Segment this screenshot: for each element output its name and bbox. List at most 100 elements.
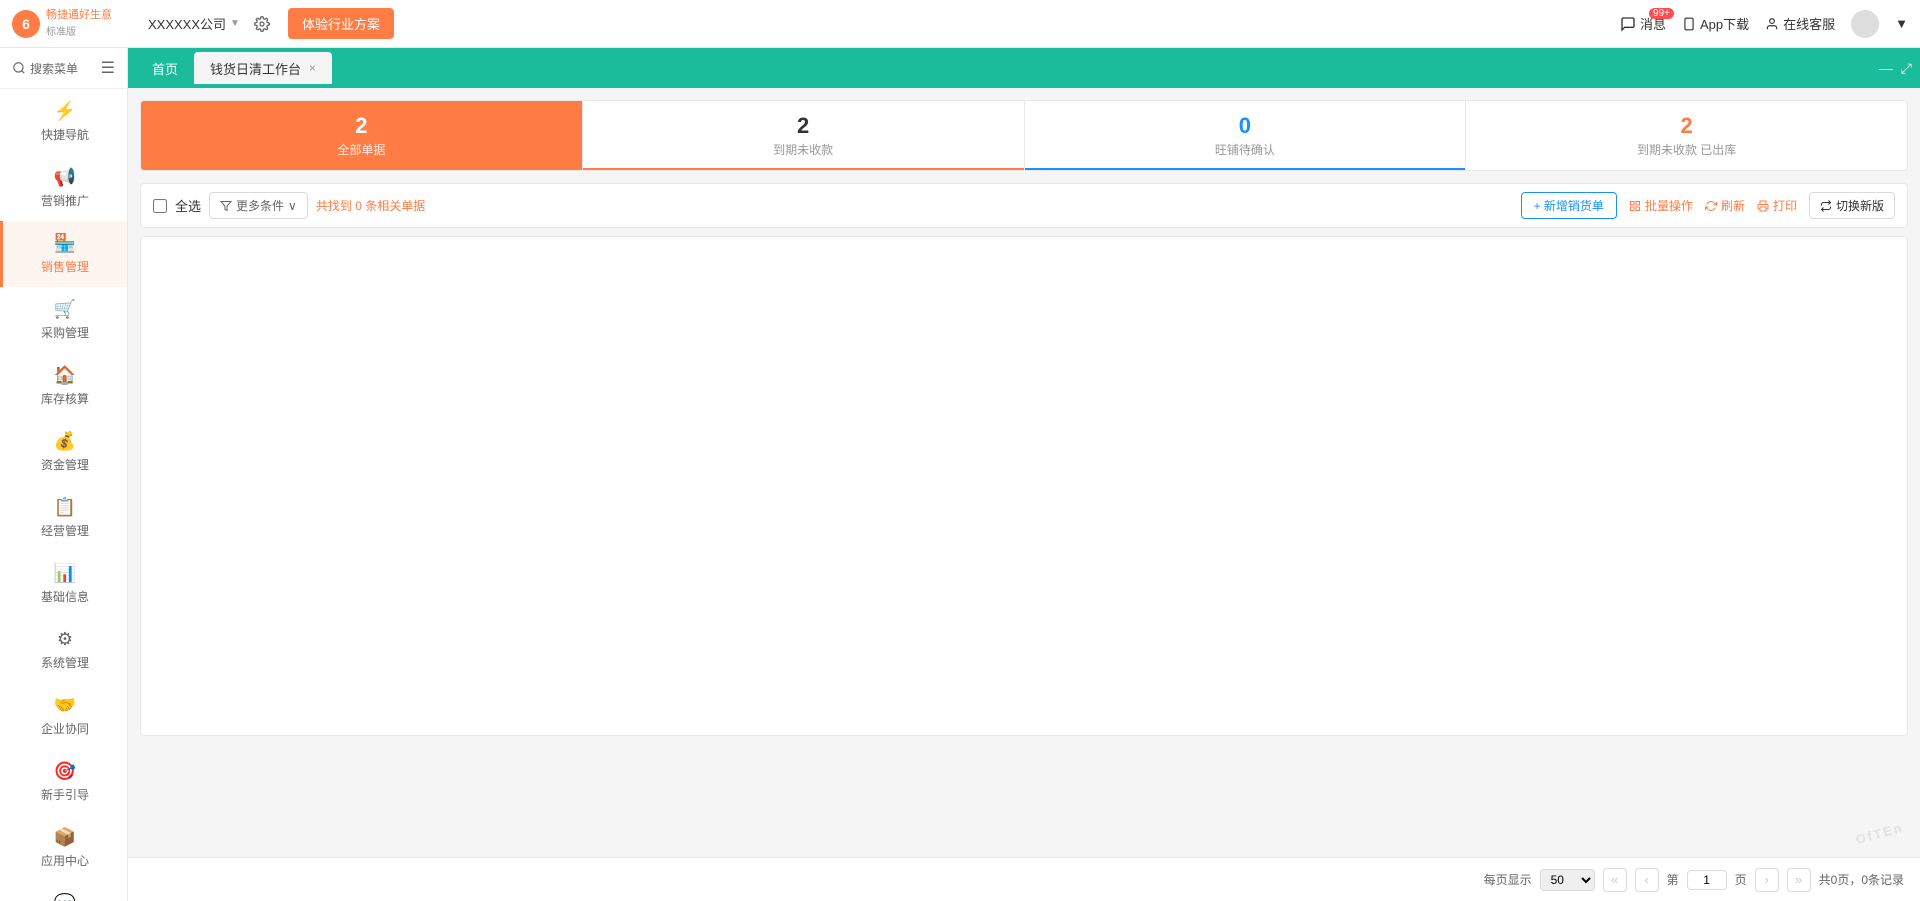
switch-version-button[interactable]: 切换新版 <box>1809 192 1895 219</box>
sidebar-item-sales[interactable]: 🏪 销售管理 <box>0 221 127 287</box>
sidebar-item-wechat[interactable]: 💬 企业微信 <box>0 881 127 901</box>
sales-icon: 🏪 <box>54 233 76 254</box>
print-button[interactable]: 打印 <box>1757 197 1797 214</box>
sidebar-search[interactable]: 搜索菜单 ☰ <box>0 48 127 89</box>
more-filters-label: 更多条件 <box>236 197 284 214</box>
trial-button[interactable]: 体验行业方案 <box>288 8 394 39</box>
quick-nav-icon: ⚡ <box>54 101 76 122</box>
hamburger-icon: ☰ <box>101 58 115 78</box>
logo-icon: 6 <box>12 10 40 38</box>
toolbar: 全选 更多条件 ∨ 共找到 0 条相关单据 + 新增销货单 <box>140 183 1908 228</box>
brand-sub: 标准版 <box>46 23 112 38</box>
total-info: 共0页，0条记录 <box>1819 871 1904 888</box>
last-page-button[interactable]: » <box>1787 868 1811 892</box>
tab-cashflow[interactable]: 钱货日清工作台 × <box>194 52 332 84</box>
sidebar-search-label: 搜索菜单 <box>30 60 78 77</box>
sidebar-item-base-info[interactable]: 📊 基础信息 <box>0 551 127 617</box>
logo-area: 6 畅捷通好生意 标准版 <box>12 9 140 37</box>
brand-name: 畅捷通好生意 <box>46 9 112 22</box>
user-name[interactable]: ▼ <box>1895 16 1908 31</box>
sidebar-item-guide[interactable]: 🎯 新手引导 <box>0 749 127 815</box>
app-download-label: App下载 <box>1700 14 1749 33</box>
sidebar-item-finance[interactable]: 💰 资金管理 <box>0 419 127 485</box>
tab-home[interactable]: 首页 <box>136 52 194 84</box>
first-page-button[interactable]: « <box>1603 868 1627 892</box>
header-right: 消息 99+ App下载 在线客服 ▼ <box>1620 10 1908 38</box>
sidebar-item-label: 应用中心 <box>41 852 89 869</box>
base-info-icon: 📊 <box>54 563 76 584</box>
guide-icon: 🎯 <box>54 761 76 782</box>
cooperation-icon: 🤝 <box>54 695 76 716</box>
select-all-label: 全选 <box>175 196 201 215</box>
sidebar-item-quick-nav[interactable]: ⚡ 快捷导航 <box>0 89 127 155</box>
sidebar-item-operations[interactable]: 📋 经营管理 <box>0 485 127 551</box>
sidebar-item-purchase[interactable]: 🛒 采购管理 <box>0 287 127 353</box>
stats-overdue-out-label: 到期未收款 已出库 <box>1482 141 1891 158</box>
stats-overdue-num: 2 <box>599 113 1008 139</box>
stats-tab-all[interactable]: 2 全部单据 <box>141 101 583 170</box>
purchase-icon: 🛒 <box>54 299 76 320</box>
sidebar-item-label: 快捷导航 <box>41 126 89 143</box>
more-filters-button[interactable]: 更多条件 ∨ <box>209 192 308 219</box>
batch-operation-button[interactable]: 批量操作 <box>1629 197 1693 214</box>
inventory-icon: 🏠 <box>54 365 76 386</box>
stats-tab-overdue-out[interactable]: 2 到期未收款 已出库 <box>1466 101 1907 170</box>
next-page-button[interactable]: › <box>1755 868 1779 892</box>
table-area <box>140 236 1908 736</box>
pagination: 每页显示 20 50 100 « ‹ 第 页 › » 共0页，0条记录 <box>128 857 1920 901</box>
top-header: 6 畅捷通好生意 标准版 XXXXXX公司 ▼ 体验行业方案 消息 99+ Ap… <box>0 0 1920 48</box>
settings-button[interactable] <box>248 10 276 38</box>
tab-home-label: 首页 <box>152 59 178 78</box>
stats-tab-pending[interactable]: 0 旺铺待确认 <box>1025 101 1467 170</box>
stats-tabs: 2 全部单据 2 到期未收款 0 旺铺待确认 2 到期未收款 已出库 <box>140 100 1908 171</box>
app-center-icon: 📦 <box>54 827 76 848</box>
sidebar-item-label: 库存核算 <box>41 390 89 407</box>
sidebar-item-system[interactable]: ⚙ 系统管理 <box>0 617 127 683</box>
tab-close-icon[interactable]: × <box>309 61 316 75</box>
sidebar-item-label: 基础信息 <box>41 588 89 605</box>
tab-maximize-button[interactable]: ⤢ <box>1901 60 1912 77</box>
found-count-text: 共找到 0 条相关单据 <box>316 197 425 214</box>
prev-page-button[interactable]: ‹ <box>1635 868 1659 892</box>
per-page-select[interactable]: 20 50 100 <box>1540 869 1595 891</box>
sidebar-item-label: 经营管理 <box>41 522 89 539</box>
sidebar-item-inventory[interactable]: 🏠 库存核算 <box>0 353 127 419</box>
stats-tab-overdue[interactable]: 2 到期未收款 <box>583 101 1025 170</box>
online-service-button[interactable]: 在线客服 <box>1765 14 1835 33</box>
tab-minimize-button[interactable]: — <box>1879 60 1893 76</box>
select-all-checkbox[interactable] <box>153 199 167 213</box>
online-service-label: 在线客服 <box>1783 14 1835 33</box>
refresh-button[interactable]: 刷新 <box>1705 197 1745 214</box>
stats-all-label: 全部单据 <box>157 141 566 158</box>
sidebar-item-label: 销售管理 <box>41 258 89 275</box>
add-sale-button[interactable]: + 新增销货单 <box>1521 192 1617 219</box>
sidebar-item-cooperation[interactable]: 🤝 企业协同 <box>0 683 127 749</box>
operations-icon: 📋 <box>54 497 76 518</box>
sidebar-item-label: 采购管理 <box>41 324 89 341</box>
message-badge: 99+ <box>1649 8 1674 19</box>
per-page-label: 每页显示 <box>1484 871 1532 888</box>
page-label: 第 <box>1667 871 1679 888</box>
company-selector[interactable]: XXXXXX公司 ▼ <box>148 14 240 33</box>
sidebar-item-label: 系统管理 <box>41 654 89 671</box>
tab-bar-actions: — ⤢ <box>1879 60 1912 77</box>
sidebar-item-label: 新手引导 <box>41 786 89 803</box>
message-button[interactable]: 消息 99+ <box>1620 14 1666 33</box>
stats-pending-num: 0 <box>1041 113 1450 139</box>
app-download-button[interactable]: App下载 <box>1682 14 1749 33</box>
avatar[interactable] <box>1851 10 1879 38</box>
sidebar-item-label: 营销推广 <box>41 192 89 209</box>
stats-overdue-out-num: 2 <box>1482 113 1891 139</box>
stats-all-num: 2 <box>157 113 566 139</box>
sidebar-item-marketing[interactable]: 📢 营销推广 <box>0 155 127 221</box>
page-suffix: 页 <box>1735 871 1747 888</box>
company-name: XXXXXX公司 <box>148 14 226 33</box>
sidebar: 搜索菜单 ☰ ⚡ 快捷导航 📢 营销推广 🏪 销售管理 🛒 采购管理 🏠 库存核… <box>0 48 128 901</box>
tab-cashflow-label: 钱货日清工作台 <box>210 59 301 78</box>
found-number: 0 <box>355 199 362 213</box>
page-input[interactable] <box>1687 870 1727 890</box>
main-content: 2 全部单据 2 到期未收款 0 旺铺待确认 2 到期未收款 已出库 全选 <box>128 88 1920 901</box>
system-icon: ⚙ <box>57 629 73 650</box>
sidebar-item-app-center[interactable]: 📦 应用中心 <box>0 815 127 881</box>
wechat-icon: 💬 <box>54 893 76 901</box>
